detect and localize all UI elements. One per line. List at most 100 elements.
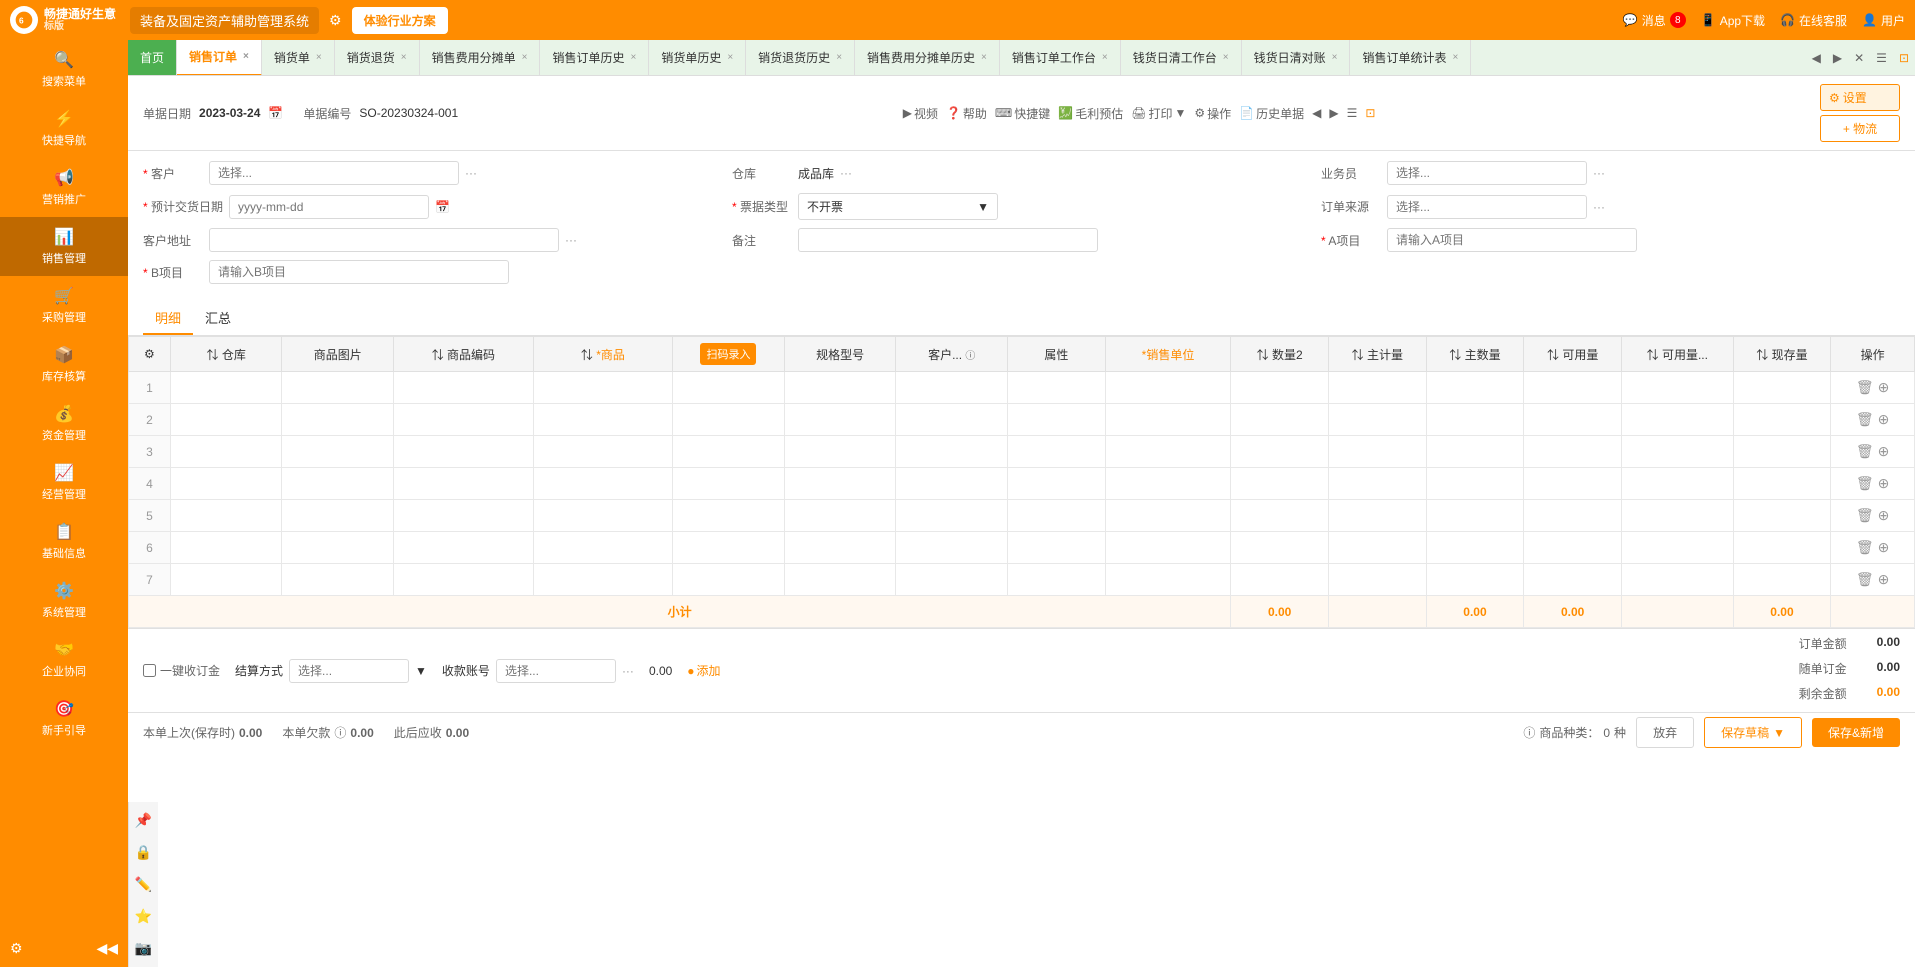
nav-prev-icon[interactable]: ◀ (1312, 106, 1321, 120)
tab-cash-workbench[interactable]: 钱货日清工作台 × (1121, 40, 1242, 76)
cell-sales-unit[interactable] (1105, 436, 1231, 468)
tab-home[interactable]: 首页 (128, 40, 177, 76)
cell-spec[interactable] (784, 468, 896, 500)
add-logistics-button[interactable]: + 物流 (1820, 115, 1900, 142)
staff-input[interactable] (1387, 161, 1587, 185)
cell-product-code[interactable] (394, 468, 534, 500)
row-copy-icon[interactable]: ⊕ (1878, 411, 1890, 428)
cell-main-qty[interactable] (1426, 436, 1524, 468)
tab-menu-btn[interactable]: ☰ (1870, 51, 1893, 65)
online-support-item[interactable]: 🎧 在线客服 (1780, 12, 1847, 29)
tab-close-all-btn[interactable]: ✕ (1848, 51, 1870, 65)
add-payment-button[interactable]: ● 添加 (687, 662, 720, 679)
sidebar-collapse-icon[interactable]: ◀◀ (96, 940, 118, 957)
sidebar-item-base-info[interactable]: 📋 基础信息 (0, 512, 128, 571)
view-action[interactable]: ▶ 视频 (903, 105, 938, 122)
right-panel-icon-4[interactable]: ⭐ (130, 903, 157, 930)
right-panel-icon-2[interactable]: 🔒 (130, 839, 157, 866)
cell-spec[interactable] (784, 404, 896, 436)
warehouse-dots[interactable]: ··· (840, 166, 852, 180)
th-scan[interactable]: 扫码录入 (673, 337, 785, 372)
cell-product-code[interactable] (394, 436, 534, 468)
cell-sales-unit[interactable] (1105, 372, 1231, 404)
row-delete-icon[interactable]: 🗑 (1856, 475, 1874, 492)
sidebar-item-capital[interactable]: 💰 资金管理 (0, 394, 128, 453)
cell-customer-code[interactable] (896, 564, 1008, 596)
row-copy-icon[interactable]: ⊕ (1878, 571, 1890, 588)
shortcut-action[interactable]: ⌨ 快捷键 (995, 105, 1050, 122)
cell-product-code[interactable] (394, 564, 534, 596)
date-value[interactable]: 2023-03-24 (199, 106, 260, 120)
cell-customer-code[interactable] (896, 436, 1008, 468)
cell-spec[interactable] (784, 532, 896, 564)
cell-product[interactable] (533, 500, 673, 532)
row-delete-icon[interactable]: 🗑 (1856, 571, 1874, 588)
row-delete-icon[interactable]: 🗑 (1856, 507, 1874, 524)
invoice-type-select[interactable]: 不开票 ▼ (798, 193, 998, 220)
cell-customer-code[interactable] (896, 372, 1008, 404)
cell-product[interactable] (533, 532, 673, 564)
sidebar-item-enterprise[interactable]: 🤝 企业协同 (0, 630, 128, 689)
cell-product[interactable] (533, 372, 673, 404)
cell-warehouse[interactable] (170, 404, 282, 436)
cell-warehouse[interactable] (170, 564, 282, 596)
tab-expense-split-history-close[interactable]: × (981, 52, 987, 63)
delivery-date-input[interactable] (229, 195, 429, 219)
message-item[interactable]: 💬 消息 8 (1623, 12, 1686, 29)
remarks-input[interactable] (798, 228, 1098, 252)
customer-dots[interactable]: ··· (465, 166, 477, 180)
row-copy-icon[interactable]: ⊕ (1878, 379, 1890, 396)
tab-cash-workbench-close[interactable]: × (1223, 52, 1229, 63)
one-click-order-label[interactable]: 一键收订金 (143, 662, 220, 679)
tab-order-history[interactable]: 销售订单历史 × (540, 40, 649, 76)
right-panel-icon-5[interactable]: 📷 (130, 935, 157, 962)
operation-action[interactable]: ⚙ 操作 (1194, 105, 1231, 122)
discard-button[interactable]: 放弃 (1636, 717, 1694, 748)
tab-return-goods-close[interactable]: × (401, 52, 407, 63)
tab-cash-account[interactable]: 钱货日清对账 × (1242, 40, 1351, 76)
th-main-qty[interactable]: ⇅ 主数量 (1426, 337, 1524, 372)
sidebar-item-operations[interactable]: 📈 经营管理 (0, 453, 128, 512)
staff-dots[interactable]: ··· (1593, 166, 1605, 180)
settlement-dropdown[interactable]: ▼ (415, 664, 427, 678)
profit-action[interactable]: 💹 毛利预估 (1058, 105, 1123, 122)
tab-return-history-close[interactable]: × (727, 52, 733, 63)
cell-spec[interactable] (784, 372, 896, 404)
tab-return-goods-history[interactable]: 销货退货历史 × (746, 40, 855, 76)
save-draft-button[interactable]: 保存草稿 ▼ (1704, 717, 1802, 748)
cell-product-code[interactable] (394, 532, 534, 564)
cell-main-qty[interactable] (1426, 404, 1524, 436)
grid-view-icon[interactable]: ⊡ (1365, 106, 1375, 120)
cell-attribute[interactable] (1008, 500, 1106, 532)
sidebar-item-quick-nav[interactable]: ⚡ 快捷导航 (0, 99, 128, 158)
sidebar-item-marketing[interactable]: 📢 营销推广 (0, 158, 128, 217)
cell-main-qty[interactable] (1426, 500, 1524, 532)
scan-button[interactable]: 扫码录入 (700, 343, 756, 365)
cell-sales-unit[interactable] (1105, 468, 1231, 500)
cell-attribute[interactable] (1008, 436, 1106, 468)
save-draft-dropdown-icon[interactable]: ▼ (1773, 726, 1785, 740)
order-source-dots[interactable]: ··· (1593, 200, 1605, 214)
cell-qty2[interactable] (1231, 564, 1329, 596)
th-settings[interactable]: ⚙ (129, 337, 171, 372)
cell-main-qty[interactable] (1426, 532, 1524, 564)
cell-spec[interactable] (784, 500, 896, 532)
tab-order-workbench[interactable]: 销售订单工作台 × (1000, 40, 1121, 76)
sidebar-item-inventory[interactable]: 📦 库存核算 (0, 335, 128, 394)
sidebar-item-sales-mgmt[interactable]: 📊 销售管理 (0, 217, 128, 276)
customer-input[interactable] (209, 161, 459, 185)
sidebar-item-search-menu[interactable]: 🔍 搜索菜单 (0, 40, 128, 99)
tab-return-history[interactable]: 销货单历史 × (649, 40, 746, 76)
row-copy-icon[interactable]: ⊕ (1878, 475, 1890, 492)
cell-product-code[interactable] (394, 404, 534, 436)
th-product-code[interactable]: ⇅ 商品编码 (394, 337, 534, 372)
sidebar-item-guide[interactable]: 🎯 新手引导 (0, 689, 128, 748)
cell-qty2[interactable] (1231, 468, 1329, 500)
cell-product[interactable] (533, 436, 673, 468)
tab-expense-split-close[interactable]: × (522, 52, 528, 63)
cell-qty2[interactable] (1231, 372, 1329, 404)
history-action[interactable]: 📄 历史单据 (1239, 105, 1304, 122)
cell-attribute[interactable] (1008, 372, 1106, 404)
row-copy-icon[interactable]: ⊕ (1878, 443, 1890, 460)
settings-gear-icon[interactable]: ⚙ (329, 12, 342, 29)
